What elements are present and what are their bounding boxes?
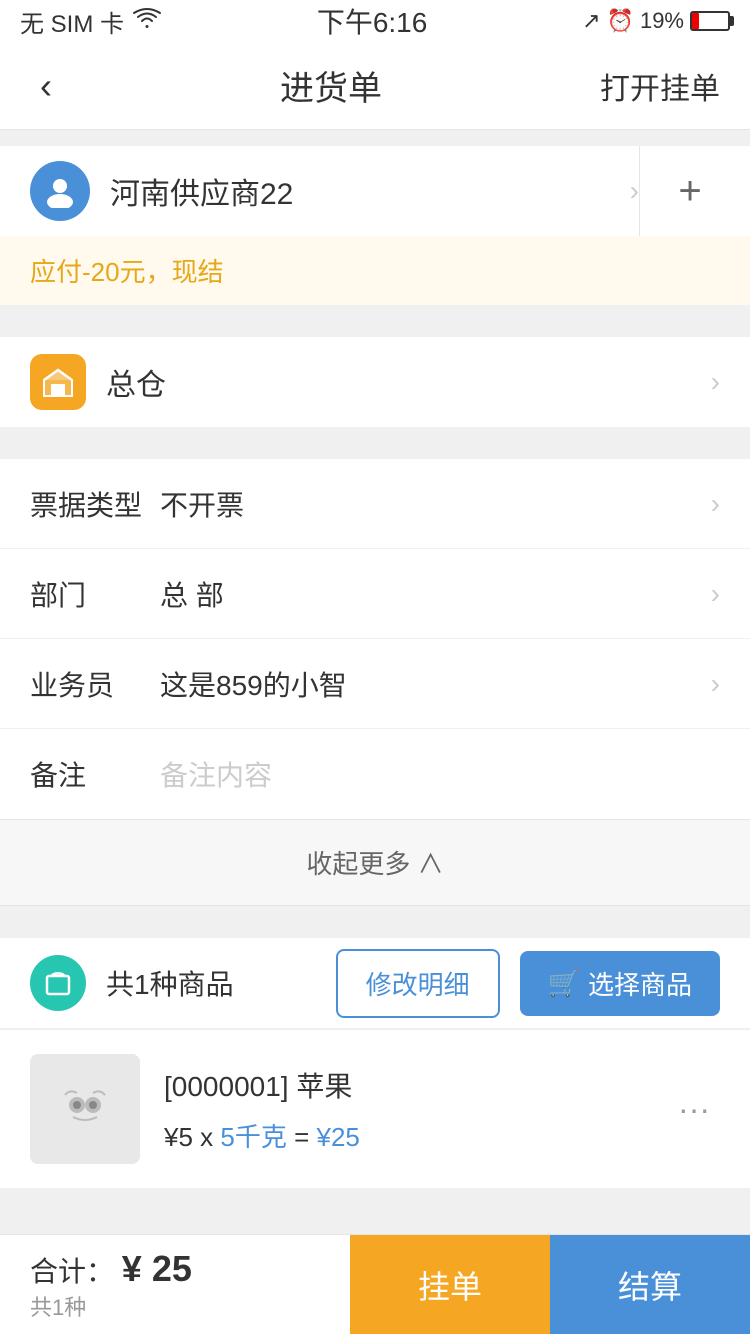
collapse-bar[interactable]: 收起更多 ∧ <box>0 819 750 906</box>
total-amount: ¥ 25 <box>122 1248 192 1289</box>
products-header: 共1种商品 修改明细 🛒 选择商品 <box>0 938 750 1028</box>
warehouse-name: 总仓 <box>106 360 701 404</box>
product-count-label: 共1种商品 <box>106 963 316 1003</box>
salesman-value: 这是859的小智 <box>150 664 701 704</box>
alarm-icon: ⏰ <box>607 8 634 34</box>
status-time: 下午6:16 <box>317 1 428 41</box>
status-right: ↗ ⏰ 19% <box>582 8 730 34</box>
salesman-row[interactable]: 业务员 这是859的小智 › <box>0 639 750 729</box>
invoice-chevron-icon: › <box>711 488 720 520</box>
invoice-value: 不开票 <box>150 484 701 524</box>
product-name: [0000001] 苹果 <box>164 1065 644 1105</box>
footer-total-row: 合计： ¥ 25 <box>30 1248 320 1290</box>
chevron-right-icon: › <box>630 175 639 207</box>
supplier-avatar <box>30 161 90 221</box>
warehouse-icon <box>30 354 86 410</box>
products-icon <box>30 955 86 1011</box>
total-label: 合计： <box>30 1256 114 1287</box>
gap-3 <box>0 427 750 443</box>
notice-banner: 应付-20元，现结 <box>0 236 750 305</box>
remark-input[interactable]: 备注内容 <box>150 754 720 794</box>
invoice-label: 票据类型 <box>30 484 150 524</box>
department-label: 部门 <box>30 574 150 614</box>
select-product-button[interactable]: 🛒 选择商品 <box>520 951 720 1016</box>
salesman-label: 业务员 <box>30 664 150 704</box>
salesman-chevron-icon: › <box>711 668 720 700</box>
status-left: 无 SIM 卡 <box>20 4 162 39</box>
gap-4 <box>0 906 750 922</box>
edit-detail-button[interactable]: 修改明细 <box>336 949 500 1018</box>
footer-bar: 合计： ¥ 25 共1种 挂单 结算 <box>0 1234 750 1334</box>
total-count: 共1种 <box>30 1290 320 1322</box>
department-row[interactable]: 部门 总 部 › <box>0 549 750 639</box>
department-value: 总 部 <box>150 574 701 614</box>
footer-total: 合计： ¥ 25 共1种 <box>0 1248 350 1322</box>
remark-label: 备注 <box>30 754 150 794</box>
wifi-icon <box>132 7 162 36</box>
product-more-button[interactable]: ··· <box>668 1081 720 1138</box>
battery-label: 19% <box>640 8 684 34</box>
battery-icon <box>690 11 730 31</box>
remark-row[interactable]: 备注 备注内容 <box>0 729 750 819</box>
department-chevron-icon: › <box>711 578 720 610</box>
pending-button[interactable]: 挂单 <box>350 1235 550 1334</box>
product-thumbnail <box>30 1054 140 1164</box>
cart-icon: 🛒 <box>548 968 580 999</box>
warehouse-section[interactable]: 总仓 › <box>0 337 750 427</box>
page-title: 进货单 <box>280 61 382 110</box>
supplier-row[interactable]: 河南供应商22 › <box>30 146 640 236</box>
product-price: ¥5 x 5千克 = ¥25 <box>164 1117 644 1154</box>
product-info: [0000001] 苹果 ¥5 x 5千克 = ¥25 <box>164 1065 644 1154</box>
nav-bar: ‹ 进货单 打开挂单 <box>0 42 750 130</box>
open-pending-button[interactable]: 打开挂单 <box>600 64 720 108</box>
form-section: 票据类型 不开票 › 部门 总 部 › 业务员 这是859的小智 › 备注 备注… <box>0 459 750 819</box>
gap-2 <box>0 305 750 321</box>
sim-label: 无 SIM 卡 <box>20 4 124 39</box>
supplier-name: 河南供应商22 <box>110 169 620 213</box>
add-supplier-button[interactable]: + <box>660 146 720 236</box>
invoice-row[interactable]: 票据类型 不开票 › <box>0 459 750 549</box>
back-button[interactable]: ‹ <box>30 55 62 117</box>
supplier-section: 河南供应商22 › + <box>0 146 750 236</box>
gap-1 <box>0 130 750 146</box>
location-icon: ↗ <box>582 8 600 34</box>
settle-button[interactable]: 结算 <box>550 1235 750 1334</box>
warehouse-chevron-icon: › <box>711 366 720 398</box>
product-item: [0000001] 苹果 ¥5 x 5千克 = ¥25 ··· <box>0 1030 750 1188</box>
status-bar: 无 SIM 卡 下午6:16 ↗ ⏰ 19% <box>0 0 750 42</box>
